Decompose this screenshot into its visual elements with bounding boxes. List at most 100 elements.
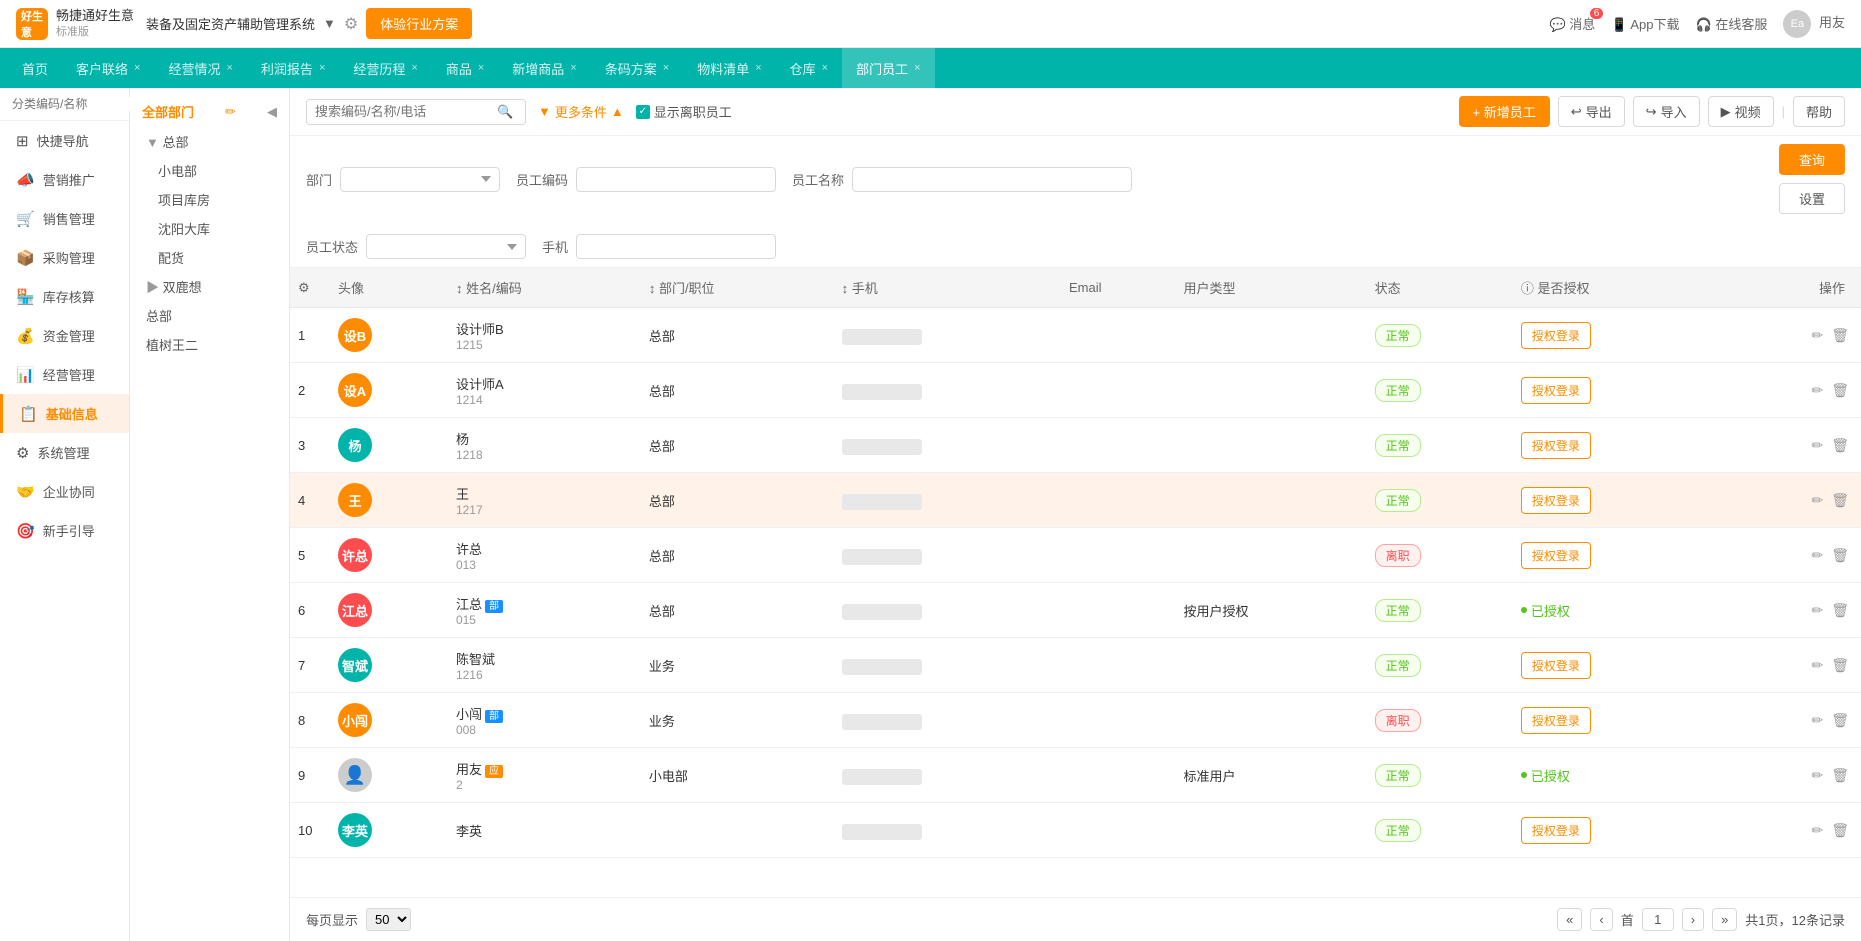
tab-add-goods[interactable]: 新增商品 × [498, 48, 590, 88]
prev-page-btn[interactable]: ‹ [1590, 908, 1612, 931]
nav-item-inventory[interactable]: 🏪 库存核算 [0, 277, 129, 316]
close-icon[interactable]: × [914, 62, 920, 74]
edit-btn[interactable]: ✏ [1807, 655, 1827, 676]
emp-name-input[interactable] [852, 167, 1132, 192]
app-download-btn[interactable]: 📱 App下载 [1611, 14, 1679, 33]
tab-profit[interactable]: 利润报告 × [247, 48, 339, 88]
status-select[interactable] [366, 234, 526, 259]
nav-item-quick[interactable]: ⊞ 快捷导航 [0, 121, 129, 160]
delete-btn[interactable]: 🗑 [1827, 435, 1853, 456]
nav-item-system[interactable]: ⚙ 系统管理 [0, 433, 129, 472]
dept-item-peihuo[interactable]: 配货 [130, 243, 289, 272]
close-icon[interactable]: × [822, 62, 828, 74]
col-dept[interactable]: ↕ 部门/职位 [641, 268, 834, 308]
edit-btn[interactable]: ✏ [1807, 325, 1827, 346]
export-btn[interactable]: ↩ 导出 [1558, 96, 1625, 127]
more-filter-btn[interactable]: ▼ 更多条件 ▲ [538, 102, 624, 121]
edit-btn[interactable]: ✏ [1807, 820, 1827, 841]
nav-item-enterprise[interactable]: 🤝 企业协同 [0, 472, 129, 511]
auth-btn[interactable]: 授权登录 [1521, 432, 1591, 459]
dept-item-zhishu[interactable]: 植树王二 [130, 330, 289, 359]
edit-btn[interactable]: ✏ [1807, 435, 1827, 456]
view-btn[interactable]: ▶ 视频 [1708, 96, 1774, 127]
edit-btn[interactable]: ✏ [1807, 765, 1827, 786]
dept-item-shenyang[interactable]: 沈阳大库 [130, 214, 289, 243]
query-btn[interactable]: 查询 [1779, 144, 1845, 175]
close-icon[interactable]: × [411, 62, 417, 74]
close-icon[interactable]: × [570, 62, 576, 74]
nav-item-marketing[interactable]: 📣 营销推广 [0, 160, 129, 199]
dept-collapse-btn[interactable]: ◀ [267, 104, 277, 120]
dept-item-project[interactable]: 项目库房 [130, 185, 289, 214]
import-btn[interactable]: ↪ 导入 [1633, 96, 1700, 127]
delete-btn[interactable]: 🗑 [1827, 655, 1853, 676]
col-phone[interactable]: ↕ 手机 [834, 268, 1061, 308]
last-page-btn[interactable]: » [1712, 908, 1737, 931]
close-icon[interactable]: × [663, 62, 669, 74]
auth-btn[interactable]: 授权登录 [1521, 542, 1591, 569]
nav-item-sales[interactable]: 🛒 销售管理 [0, 199, 129, 238]
help-btn[interactable]: 帮助 [1793, 96, 1845, 127]
auth-btn[interactable]: 授权登录 [1521, 377, 1591, 404]
auth-btn[interactable]: 授权登录 [1521, 487, 1591, 514]
tab-barcode[interactable]: 条码方案 × [591, 48, 683, 88]
close-icon[interactable]: × [478, 62, 484, 74]
tab-home[interactable]: 首页 [8, 48, 62, 88]
try-btn[interactable]: 体验行业方案 [366, 8, 472, 39]
edit-btn[interactable]: ✏ [1807, 380, 1827, 401]
delete-btn[interactable]: 🗑 [1827, 490, 1853, 511]
emp-code-input[interactable] [576, 167, 776, 192]
first-page-btn[interactable]: « [1557, 908, 1582, 931]
delete-btn[interactable]: 🗑 [1827, 325, 1853, 346]
dept-select[interactable] [340, 167, 500, 192]
delete-btn[interactable]: 🗑 [1827, 710, 1853, 731]
auth-btn[interactable]: 授权登录 [1521, 707, 1591, 734]
nav-item-guide[interactable]: 🎯 新手引导 [0, 511, 129, 550]
tab-goods[interactable]: 商品 × [432, 48, 498, 88]
dept-item-shuanglu[interactable]: ▶ 双鹿想 [130, 272, 289, 301]
dept-item-xiaodian[interactable]: 小电部 [130, 156, 289, 185]
nav-item-basic[interactable]: 📋 基础信息 [0, 394, 129, 433]
page-size-select[interactable]: 50 [366, 908, 411, 931]
close-icon[interactable]: × [319, 62, 325, 74]
tab-history[interactable]: 经营历程 × [339, 48, 431, 88]
delete-btn[interactable]: 🗑 [1827, 545, 1853, 566]
dept-all-label[interactable]: 全部部门 [142, 102, 194, 121]
col-name[interactable]: ↕ 姓名/编码 [448, 268, 641, 308]
delete-btn[interactable]: 🗑 [1827, 380, 1853, 401]
edit-btn[interactable]: ✏ [1807, 600, 1827, 621]
service-btn[interactable]: 🎧 在线客服 [1696, 14, 1768, 33]
edit-btn[interactable]: ✏ [1807, 710, 1827, 731]
dept-item-zongbu[interactable]: 总部 [130, 301, 289, 330]
search-input[interactable] [315, 104, 491, 119]
settings-icon[interactable]: ⚙ [344, 14, 358, 34]
msg-btn[interactable]: 💬 消息 6 [1549, 14, 1595, 33]
tab-operation[interactable]: 经营情况 × [154, 48, 246, 88]
sys-title-dropdown[interactable]: ▼ [323, 16, 336, 31]
tab-staff[interactable]: 部门员工 × [842, 48, 934, 88]
nav-item-finance[interactable]: 💰 资金管理 [0, 316, 129, 355]
add-employee-btn[interactable]: + 新增员工 [1459, 96, 1550, 127]
nav-item-operation[interactable]: 📊 经营管理 [0, 355, 129, 394]
edit-btn[interactable]: ✏ [1807, 490, 1827, 511]
close-icon[interactable]: × [755, 62, 761, 74]
close-icon[interactable]: × [134, 62, 140, 74]
edit-btn[interactable]: ✏ [1807, 545, 1827, 566]
delete-btn[interactable]: 🗑 [1827, 600, 1853, 621]
close-icon[interactable]: × [226, 62, 232, 74]
phone-input[interactable] [576, 234, 776, 259]
show-resign-checkbox[interactable]: ✓ 显示离职员工 [636, 102, 732, 121]
nav-item-purchase[interactable]: 📦 采购管理 [0, 238, 129, 277]
dept-item-general-hq[interactable]: ▼ 总部 [130, 127, 289, 156]
tab-bom[interactable]: 物料清单 × [683, 48, 775, 88]
tab-customer[interactable]: 客户联络 × [62, 48, 154, 88]
auth-btn[interactable]: 授权登录 [1521, 817, 1591, 844]
dept-edit-icon[interactable]: ✏ [225, 104, 236, 120]
next-page-btn[interactable]: › [1682, 908, 1704, 931]
delete-btn[interactable]: 🗑 [1827, 820, 1853, 841]
delete-btn[interactable]: 🗑 [1827, 765, 1853, 786]
tab-warehouse[interactable]: 仓库 × [776, 48, 842, 88]
auth-btn[interactable]: 授权登录 [1521, 322, 1591, 349]
set-btn[interactable]: 设置 [1779, 183, 1845, 214]
user-avatar[interactable]: Ea 用友 [1783, 10, 1845, 38]
